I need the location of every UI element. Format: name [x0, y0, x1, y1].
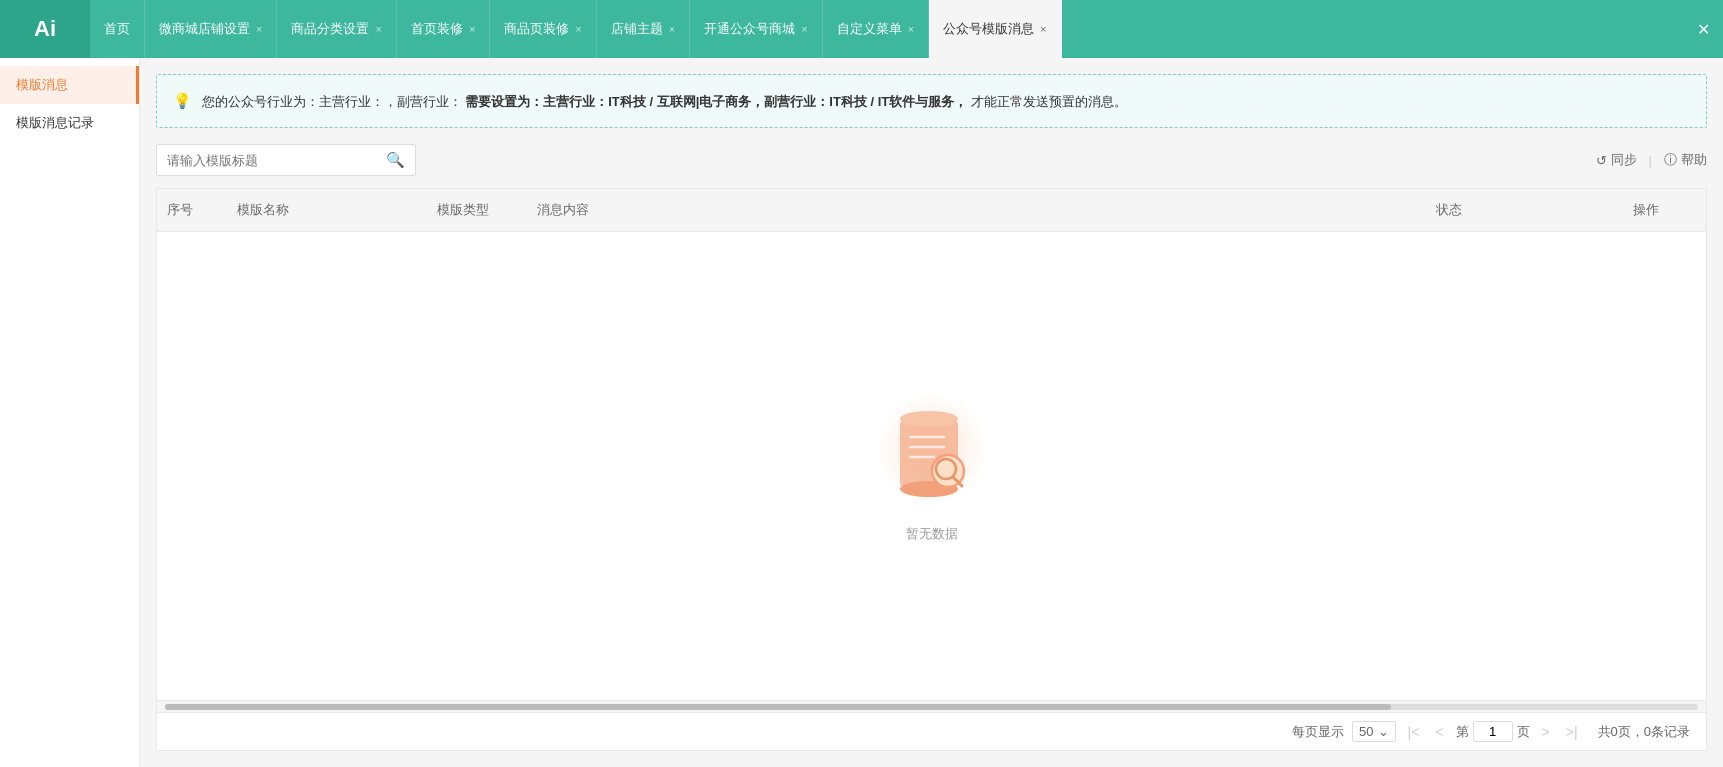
sidebar: 模版消息模版消息记录	[0, 58, 140, 767]
nav-tab-7[interactable]: 自定义菜单×	[823, 0, 929, 58]
search-input-wrap: 🔍	[156, 144, 416, 176]
scrollbar-thumb[interactable]	[165, 704, 1391, 710]
nav-tab-8[interactable]: 公众号模版消息×	[929, 0, 1061, 58]
sidebar-item-1[interactable]: 模版消息记录	[0, 104, 139, 142]
page-input-wrap: 第 页	[1456, 721, 1530, 742]
page-size-value: 50	[1359, 724, 1373, 739]
next-page-button[interactable]: >	[1538, 724, 1554, 740]
notice-icon: 💡	[173, 92, 192, 109]
sync-button[interactable]: ↺ 同步	[1596, 151, 1637, 169]
prev-page-button[interactable]: <	[1431, 724, 1447, 740]
th-status: 状态	[1426, 189, 1586, 231]
logo-text: Ai	[34, 16, 56, 42]
empty-illustration	[872, 389, 992, 509]
nav-tabs: 首页微商城店铺设置×商品分类设置×首页装修×商品页装修×店铺主题×开通公众号商城…	[90, 0, 1683, 58]
tab-close-icon-2[interactable]: ×	[375, 23, 381, 35]
th-seq: 序号	[157, 189, 227, 231]
nav-tab-6[interactable]: 开通公众号商城×	[690, 0, 822, 58]
help-icon: ⓘ	[1664, 151, 1677, 169]
search-right: ↺ 同步 | ⓘ 帮助	[1596, 151, 1707, 169]
help-button[interactable]: ⓘ 帮助	[1664, 151, 1707, 169]
page-unit-label: 页	[1517, 723, 1530, 741]
search-input[interactable]	[157, 153, 376, 168]
tab-close-icon-1[interactable]: ×	[256, 23, 262, 35]
page-total: 共0页，0条记录	[1598, 723, 1690, 741]
content-area: 💡 您的公众号行业为：主营行业：，副营行业： 需要设置为：主营行业：IT科技 /…	[140, 58, 1723, 767]
page-di-label: 第	[1456, 723, 1469, 741]
scrollbar-track	[165, 704, 1698, 710]
tab-close-icon-7[interactable]: ×	[908, 23, 914, 35]
table-header: 序号 模版名称 模版类型 消息内容 状态 操作	[157, 189, 1706, 232]
nav-tab-3[interactable]: 首页装修×	[397, 0, 490, 58]
tab-close-icon-4[interactable]: ×	[575, 23, 581, 35]
nav-tab-2[interactable]: 商品分类设置×	[277, 0, 396, 58]
search-button[interactable]: 🔍	[376, 151, 415, 169]
th-content: 消息内容	[527, 189, 1426, 231]
page-size-label: 每页显示	[1292, 723, 1344, 741]
empty-text: 暂无数据	[906, 525, 958, 543]
sidebar-item-0[interactable]: 模版消息	[0, 66, 139, 104]
last-page-button[interactable]: >|	[1562, 724, 1582, 740]
tab-close-icon-5[interactable]: ×	[669, 23, 675, 35]
logo: Ai	[0, 0, 90, 58]
nav-tab-1[interactable]: 微商城店铺设置×	[145, 0, 277, 58]
th-action: 操作	[1586, 189, 1706, 231]
page-number-input[interactable]	[1473, 721, 1513, 742]
sync-label: 同步	[1611, 151, 1637, 169]
search-bar: 🔍 ↺ 同步 | ⓘ 帮助	[156, 144, 1707, 176]
th-type: 模版类型	[427, 189, 527, 231]
tab-close-icon-3[interactable]: ×	[469, 23, 475, 35]
first-page-button[interactable]: |<	[1404, 724, 1424, 740]
data-table: 序号 模版名称 模版类型 消息内容 状态 操作	[156, 188, 1707, 751]
notice-box: 💡 您的公众号行业为：主营行业：，副营行业： 需要设置为：主营行业：IT科技 /…	[156, 74, 1707, 128]
chevron-down-icon: ⌄	[1378, 724, 1389, 739]
notice-prefix: 您的公众号行业为：主营行业：，副营行业：	[202, 94, 462, 109]
page-size-select[interactable]: 50 ⌄	[1352, 721, 1395, 742]
nav-tab-4[interactable]: 商品页装修×	[490, 0, 596, 58]
top-nav: Ai 首页微商城店铺设置×商品分类设置×首页装修×商品页装修×店铺主题×开通公众…	[0, 0, 1723, 58]
main-layout: 模版消息模版消息记录 💡 您的公众号行业为：主营行业：，副营行业： 需要设置为：…	[0, 58, 1723, 767]
th-name: 模版名称	[227, 189, 427, 231]
sync-icon: ↺	[1596, 153, 1607, 168]
close-all-button[interactable]: ✕	[1683, 0, 1723, 58]
svg-point-2	[900, 411, 958, 427]
notice-suffix: 才能正常发送预置的消息。	[971, 94, 1127, 109]
horizontal-scrollbar[interactable]	[157, 700, 1706, 712]
tab-close-icon-6[interactable]: ×	[801, 23, 807, 35]
empty-state: 暂无数据	[157, 232, 1706, 700]
help-label: 帮助	[1681, 151, 1707, 169]
nav-tab-0[interactable]: 首页	[90, 0, 145, 58]
pagination: 每页显示 50 ⌄ |< < 第 页 > >| 共0页，0条记录	[157, 712, 1706, 750]
divider: |	[1649, 153, 1652, 168]
nav-tab-5[interactable]: 店铺主题×	[597, 0, 690, 58]
tab-close-icon-8[interactable]: ×	[1040, 23, 1046, 35]
notice-highlight: 需要设置为：主营行业：IT科技 / 互联网|电子商务，副营行业：IT科技 / I…	[465, 94, 967, 109]
